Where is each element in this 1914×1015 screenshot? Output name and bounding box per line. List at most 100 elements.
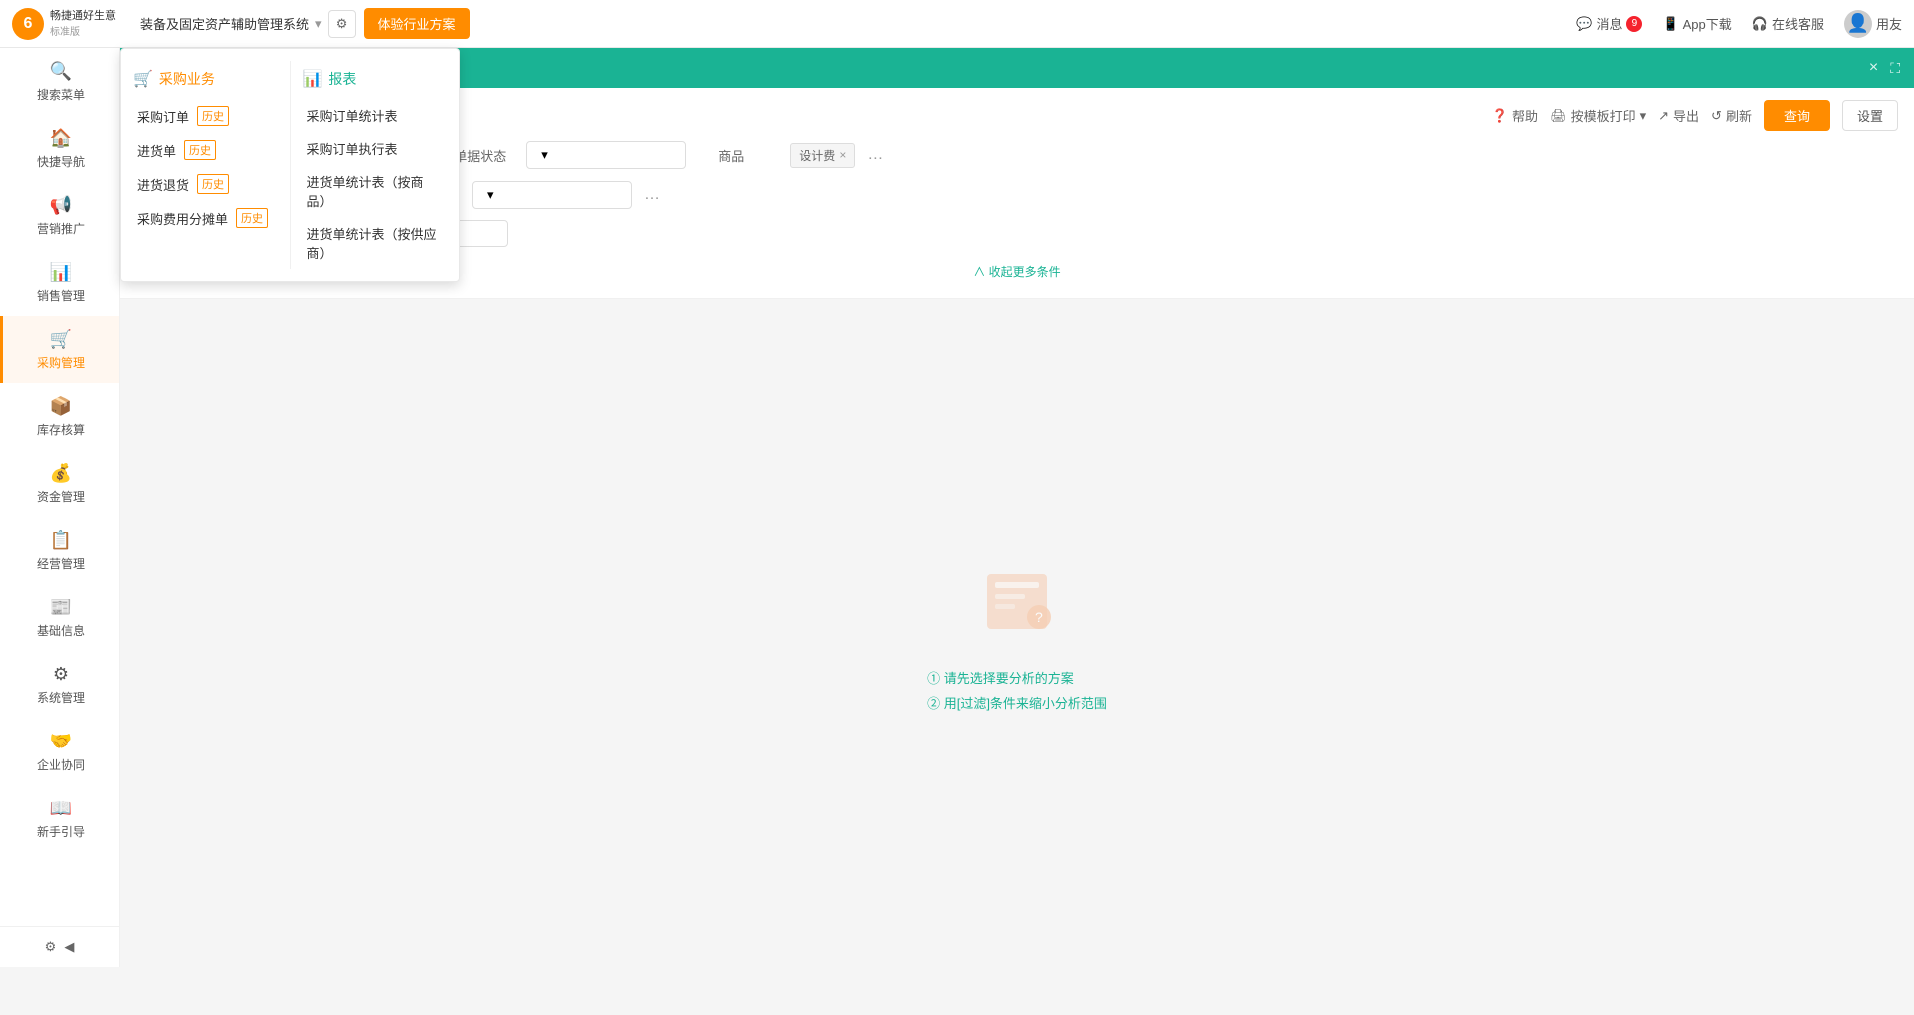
refresh-icon: ↺ bbox=[1711, 108, 1722, 124]
menu-item-purchase-order[interactable]: 采购订单 历史 bbox=[133, 99, 278, 133]
reports-title-icon: 📊 bbox=[303, 69, 323, 89]
sidebar-item-label: 搜索菜单 bbox=[37, 86, 85, 103]
sidebar-item-finance[interactable]: 💰 资金管理 bbox=[0, 450, 119, 517]
sidebar-item-label: 基础信息 bbox=[37, 622, 85, 639]
sidebar-item-operation[interactable]: 📋 经营管理 bbox=[0, 517, 119, 584]
menu-item-purchase-cost[interactable]: 采购费用分摊单 历史 bbox=[133, 201, 278, 235]
message-button[interactable]: 💬 消息 9 bbox=[1576, 14, 1642, 33]
gear-button[interactable]: ⚙ bbox=[328, 10, 356, 38]
sidebar-item-label: 资金管理 bbox=[37, 488, 85, 505]
sales-icon: 📊 bbox=[50, 261, 72, 283]
menu-columns: 🛒 采购业务 采购订单 历史 进货单 历史 进货退货 历史 采购费用分摊单 历史 bbox=[121, 61, 459, 269]
sidebar-item-label: 新手引导 bbox=[37, 823, 85, 840]
phone-icon: 📱 bbox=[1662, 16, 1678, 32]
menu-item-report-2[interactable]: 采购订单执行表 bbox=[303, 132, 448, 165]
refresh-button[interactable]: ↺ 刷新 bbox=[1711, 106, 1752, 125]
empty-tip-1: ① 请先选择要分析的方案 bbox=[927, 668, 1107, 687]
sidebar-item-label: 企业协同 bbox=[37, 756, 85, 773]
tab-bar-actions: × ⛶ bbox=[1865, 55, 1914, 81]
history-badge-1: 历史 bbox=[184, 140, 216, 160]
settings-bottom-button[interactable]: ⚙ bbox=[45, 939, 57, 955]
message-icon: 💬 bbox=[1576, 16, 1592, 32]
settings-button[interactable]: 设置 bbox=[1842, 100, 1898, 131]
logo-text: 畅捷通好生意 bbox=[50, 9, 116, 23]
help-icon: ❓ bbox=[1492, 108, 1508, 124]
top-right-area: 💬 消息 9 📱 App下载 🎧 在线客服 👤 用友 bbox=[1576, 10, 1902, 38]
top-bar: 6 畅捷通好生意 标准版 装备及固定资产辅助管理系统 ▾ ⚙ 体验行业方案 💬 … bbox=[0, 0, 1914, 48]
menu-item-report-3[interactable]: 进货单统计表（按商品） bbox=[303, 165, 448, 217]
system-icon: ⚙ bbox=[50, 663, 72, 685]
doc-status-select[interactable]: ▾ bbox=[526, 141, 686, 169]
export-button[interactable]: ↗ 导出 bbox=[1658, 106, 1699, 125]
enterprise-icon: 🤝 bbox=[50, 730, 72, 752]
empty-state: ? ① 请先选择要分析的方案 ② 用[过滤]条件来缩小分析范围 bbox=[120, 299, 1914, 967]
operation-icon: 📋 bbox=[50, 529, 72, 551]
menu-item-report-1[interactable]: 采购订单统计表 bbox=[303, 99, 448, 132]
online-service-button[interactable]: 🎧 在线客服 bbox=[1752, 14, 1824, 33]
purchase-col: 🛒 采购业务 采购订单 历史 进货单 历史 进货退货 历史 采购费用分摊单 历史 bbox=[121, 61, 290, 269]
logo-sub: 标准版 bbox=[50, 23, 116, 38]
purchase-icon: 🛒 bbox=[50, 328, 72, 350]
sidebar-bottom: ⚙ ◀ bbox=[0, 926, 119, 967]
basic-icon: 📰 bbox=[50, 596, 72, 618]
system-title-area: 装备及固定资产辅助管理系统 ▾ ⚙ bbox=[140, 10, 356, 38]
sidebar-item-search[interactable]: 🔍 搜索菜单 bbox=[0, 48, 119, 115]
message-badge: 9 bbox=[1626, 16, 1642, 32]
query-button[interactable]: 查询 bbox=[1764, 100, 1830, 131]
user-menu[interactable]: 👤 用友 bbox=[1844, 10, 1902, 38]
sidebar-item-enterprise[interactable]: 🤝 企业协同 bbox=[0, 718, 119, 785]
reports-col-title: 📊 报表 bbox=[303, 61, 448, 99]
window-expand-button[interactable]: ⛶ bbox=[1886, 56, 1904, 81]
menu-item-goods-in[interactable]: 进货单 历史 bbox=[133, 133, 278, 167]
logo-icon: 6 bbox=[12, 8, 44, 40]
chevron-icon: ▾ bbox=[541, 147, 548, 163]
sidebar-item-marketing[interactable]: 📢 营销推广 bbox=[0, 182, 119, 249]
history-badge-2: 历史 bbox=[197, 174, 229, 194]
sidebar-item-guide[interactable]: 📖 新手引导 bbox=[0, 785, 119, 852]
print-chevron-icon: ▾ bbox=[1640, 108, 1647, 124]
finance-icon: 💰 bbox=[50, 462, 72, 484]
goods-tag-remove[interactable]: × bbox=[839, 148, 846, 162]
sidebar-item-label: 快捷导航 bbox=[37, 153, 85, 170]
empty-tips: ① 请先选择要分析的方案 ② 用[过滤]条件来缩小分析范围 bbox=[927, 668, 1107, 718]
history-badge-3: 历史 bbox=[236, 208, 268, 228]
doc-status-label: 单据状态 bbox=[454, 146, 514, 165]
goods-more-button[interactable]: … bbox=[867, 146, 883, 164]
svg-text:?: ? bbox=[1035, 609, 1043, 625]
goods-label: 商品 bbox=[718, 146, 778, 165]
purchase-col-title: 🛒 采购业务 bbox=[133, 61, 278, 99]
empty-tip-2: ② 用[过滤]条件来缩小分析范围 bbox=[927, 693, 1107, 712]
print-button[interactable]: 🖨 按模板打印 ▾ bbox=[1550, 106, 1646, 125]
sidebar-item-label: 采购管理 bbox=[37, 354, 85, 371]
headset-icon: 🎧 bbox=[1752, 16, 1768, 32]
menu-item-report-4[interactable]: 进货单统计表（按供应商） bbox=[303, 217, 448, 269]
sidebar-item-sales[interactable]: 📊 销售管理 bbox=[0, 249, 119, 316]
empty-illustration: ? bbox=[967, 549, 1067, 652]
sidebar: 🔍 搜索菜单 🏠 快捷导航 📢 营销推广 📊 销售管理 🛒 采购管理 📦 库存核… bbox=[0, 48, 120, 967]
sidebar-item-label: 库存核算 bbox=[37, 421, 85, 438]
search-icon: 🔍 bbox=[50, 60, 72, 82]
industry-button[interactable]: 体验行业方案 bbox=[364, 8, 470, 39]
logo-area: 6 畅捷通好生意 标准版 bbox=[12, 8, 132, 40]
salesman-chevron-icon: ▾ bbox=[487, 187, 494, 203]
salesman-more-button[interactable]: … bbox=[644, 186, 660, 204]
app-download-button[interactable]: 📱 App下载 bbox=[1662, 14, 1731, 33]
sidebar-item-nav[interactable]: 🏠 快捷导航 bbox=[0, 115, 119, 182]
reports-col: 📊 报表 采购订单统计表 采购订单执行表 进货单统计表（按商品） 进货单统计表（… bbox=[290, 61, 460, 269]
sidebar-item-purchase[interactable]: 🛒 采购管理 bbox=[0, 316, 119, 383]
menu-item-goods-return[interactable]: 进货退货 历史 bbox=[133, 167, 278, 201]
help-button[interactable]: ❓ 帮助 bbox=[1492, 106, 1538, 125]
sidebar-item-inventory[interactable]: 📦 库存核算 bbox=[0, 383, 119, 450]
chevron-down-icon[interactable]: ▾ bbox=[315, 16, 322, 32]
home-icon: 🏠 bbox=[50, 127, 72, 149]
window-close-button[interactable]: × bbox=[1865, 55, 1882, 81]
purchase-dropdown-menu: 🛒 采购业务 采购订单 历史 进货单 历史 进货退货 历史 采购费用分摊单 历史 bbox=[120, 48, 460, 282]
collapse-sidebar-button[interactable]: ◀ bbox=[64, 939, 74, 955]
sidebar-item-system[interactable]: ⚙ 系统管理 bbox=[0, 651, 119, 718]
sidebar-item-label: 销售管理 bbox=[37, 287, 85, 304]
guide-icon: 📖 bbox=[50, 797, 72, 819]
salesman-select[interactable]: ▾ bbox=[472, 181, 632, 209]
sidebar-item-basic[interactable]: 📰 基础信息 bbox=[0, 584, 119, 651]
marketing-icon: 📢 bbox=[50, 194, 72, 216]
history-badge-0: 历史 bbox=[197, 106, 229, 126]
